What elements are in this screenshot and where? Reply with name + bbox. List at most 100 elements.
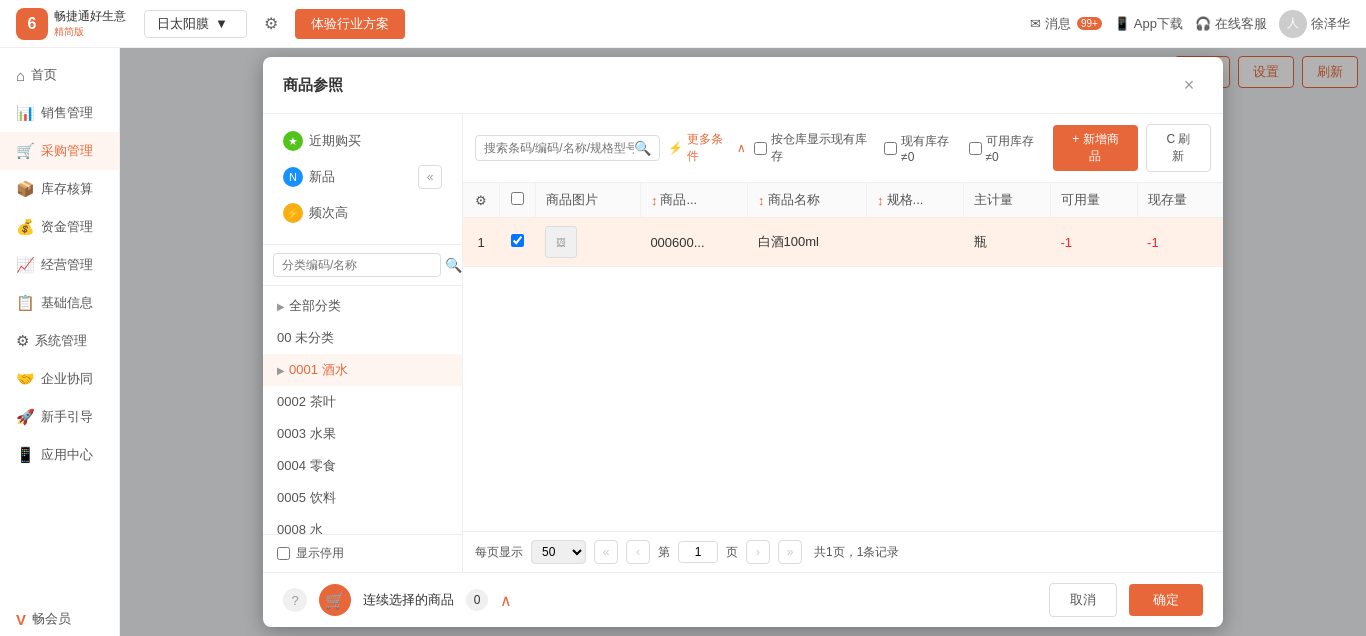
next-page-btn[interactable]: ›	[746, 540, 770, 564]
category-item-all[interactable]: ▶ 全部分类	[263, 290, 462, 322]
confirm-btn[interactable]: 确定	[1129, 584, 1203, 616]
logo-text: 畅捷通好生意 精简版	[54, 9, 126, 38]
main-layout: ⌂ 首页 📊 销售管理 🛒 采购管理 📦 库存核算 💰 资金管理 📈 经营管理 …	[0, 48, 1366, 636]
message-icon: ✉	[1030, 16, 1041, 31]
quick-access-new[interactable]: N 新品	[273, 160, 408, 194]
category-search-icon[interactable]: 🔍	[445, 257, 462, 273]
sidebar-item-member[interactable]: V 畅会员	[0, 600, 119, 636]
quick-access-frequent[interactable]: ⚡ 频次高	[273, 196, 408, 230]
per-page-label: 每页显示	[475, 544, 523, 561]
inventory-icon: 📦	[16, 180, 35, 198]
cart-icon[interactable]: 🛒	[319, 584, 351, 616]
modal-footer: ? 🛒 连续选择的商品 0 ∧ 取消 确定	[263, 572, 1223, 627]
app-download-item[interactable]: 📱 App下载	[1114, 15, 1183, 33]
product-search-box: 🔍	[475, 135, 660, 161]
prev-page-btn[interactable]: ‹	[626, 540, 650, 564]
notification-badge: 99+	[1077, 17, 1102, 30]
sidebar-item-operations[interactable]: 📈 经营管理	[0, 246, 119, 284]
main-content: 查询 设置 刷新 商品参照 ×	[120, 48, 1366, 636]
quick-access-area: ★ 近期购买 N 新品 ⚡ 频次高	[263, 114, 462, 245]
category-item-0004[interactable]: 0004 零食	[263, 450, 462, 482]
sidebar-item-home[interactable]: ⌂ 首页	[0, 56, 119, 94]
category-item-0005[interactable]: 0005 饮料	[263, 482, 462, 514]
user-item[interactable]: 人 徐泽华	[1279, 10, 1350, 38]
category-item-0001[interactable]: ▶ 0001 酒水	[263, 354, 462, 386]
category-item-0002[interactable]: 0002 茶叶	[263, 386, 462, 418]
more-conditions-btn[interactable]: ⚡ 更多条件 ∧	[668, 131, 746, 165]
page-total: 共1页，1条记录	[814, 544, 899, 561]
help-icon[interactable]: ?	[283, 588, 307, 612]
available-stock-checkbox[interactable]	[969, 142, 982, 155]
headset-icon: 🎧	[1195, 16, 1211, 31]
row-index: 1	[463, 218, 499, 267]
app-center-icon: 📱	[16, 446, 35, 464]
product-table: ⚙ 商品图片	[463, 183, 1223, 267]
row-select-checkbox[interactable]	[511, 234, 524, 247]
pagination-bar: 每页显示 50 100 200 « ‹ 第 页 ›	[463, 531, 1223, 572]
collapse-left-btn[interactable]: «	[418, 165, 442, 189]
sidebar-item-enterprise[interactable]: 🤝 企业协同	[0, 360, 119, 398]
product-thumbnail: 🖼	[545, 226, 577, 258]
select-all-checkbox[interactable]	[511, 192, 524, 205]
quick-access-recent[interactable]: ★ 近期购买	[273, 124, 408, 158]
modal-body: ★ 近期购买 N 新品 ⚡ 频次高	[263, 114, 1223, 572]
cancel-btn[interactable]: 取消	[1049, 583, 1117, 617]
th-product-code: ↕ 商品...	[640, 183, 747, 218]
sidebar-item-basic-info[interactable]: 📋 基础信息	[0, 284, 119, 322]
warehouse-stock-checkbox[interactable]	[754, 142, 767, 155]
checkbox-current-stock: 现有库存≠0	[884, 133, 960, 164]
branch-selector[interactable]: 日太阳膜 ▼	[144, 10, 247, 38]
nav-right: ✉ 消息 99+ 📱 App下载 🎧 在线客服 人 徐泽华	[1030, 10, 1350, 38]
modal-overlay: 商品参照 × ★ 近期购买	[120, 48, 1366, 636]
category-item-0008[interactable]: 0008 水	[263, 514, 462, 534]
right-panel: 🔍 ⚡ 更多条件 ∧ 按仓库显示现有库存	[463, 114, 1223, 572]
current-stock-checkbox[interactable]	[884, 142, 897, 155]
guide-icon: 🚀	[16, 408, 35, 426]
sidebar-item-sales[interactable]: 📊 销售管理	[0, 94, 119, 132]
settings-icon[interactable]: ⚙	[255, 8, 287, 40]
th-stock: 现存量	[1137, 183, 1223, 218]
close-button[interactable]: ×	[1175, 71, 1203, 99]
table-row[interactable]: 1 🖼	[463, 218, 1223, 267]
top-nav: 6 畅捷通好生意 精简版 日太阳膜 ▼ ⚙ 体验行业方案 ✉ 消息 99+ 📱 …	[0, 0, 1366, 48]
show-disabled-checkbox[interactable]	[277, 547, 290, 560]
sidebar-item-purchase[interactable]: 🛒 采购管理	[0, 132, 119, 170]
continuous-select-label: 连续选择的商品	[363, 591, 454, 609]
notifications-item[interactable]: ✉ 消息 99+	[1030, 15, 1102, 33]
per-page-select[interactable]: 50 100 200	[531, 540, 586, 564]
operations-icon: 📈	[16, 256, 35, 274]
row-code: 000600...	[640, 218, 747, 267]
show-disabled-label[interactable]: 显示停用	[296, 545, 344, 562]
member-icon: V	[16, 611, 26, 628]
th-product-name: ↕ 商品名称	[748, 183, 867, 218]
sidebar-item-guide[interactable]: 🚀 新手引导	[0, 398, 119, 436]
info-icon: 📋	[16, 294, 35, 312]
search-icon[interactable]: 🔍	[634, 140, 651, 156]
sidebar-item-finance[interactable]: 💰 资金管理	[0, 208, 119, 246]
freq-icon: ⚡	[283, 203, 303, 223]
collapse-footer-icon[interactable]: ∧	[500, 591, 512, 610]
finance-icon: 💰	[16, 218, 35, 236]
category-search-input[interactable]	[273, 253, 441, 277]
first-page-btn[interactable]: «	[594, 540, 618, 564]
sidebar-item-system[interactable]: ⚙ 系统管理	[0, 322, 119, 360]
sidebar-item-inventory[interactable]: 📦 库存核算	[0, 170, 119, 208]
category-item-00[interactable]: 00 未分类	[263, 322, 462, 354]
modal-title: 商品参照	[283, 76, 1175, 95]
th-settings[interactable]: ⚙	[463, 183, 499, 218]
phone-icon: 📱	[1114, 16, 1130, 31]
product-search-input[interactable]	[484, 141, 634, 155]
sidebar-item-app-center[interactable]: 📱 应用中心	[0, 436, 119, 474]
refresh-btn[interactable]: C 刷新	[1146, 124, 1211, 172]
sort-icon-spec: ↕	[877, 193, 884, 208]
home-icon: ⌂	[16, 67, 25, 84]
chevron-down-icon: ▼	[215, 16, 228, 31]
new-product-btn[interactable]: + 新增商品	[1053, 125, 1138, 171]
sort-icon: ↕	[651, 193, 658, 208]
category-item-0003[interactable]: 0003 水果	[263, 418, 462, 450]
online-service-item[interactable]: 🎧 在线客服	[1195, 15, 1267, 33]
experience-btn[interactable]: 体验行业方案	[295, 9, 405, 39]
page-number-input[interactable]	[678, 541, 718, 563]
last-page-btn[interactable]: »	[778, 540, 802, 564]
enterprise-icon: 🤝	[16, 370, 35, 388]
